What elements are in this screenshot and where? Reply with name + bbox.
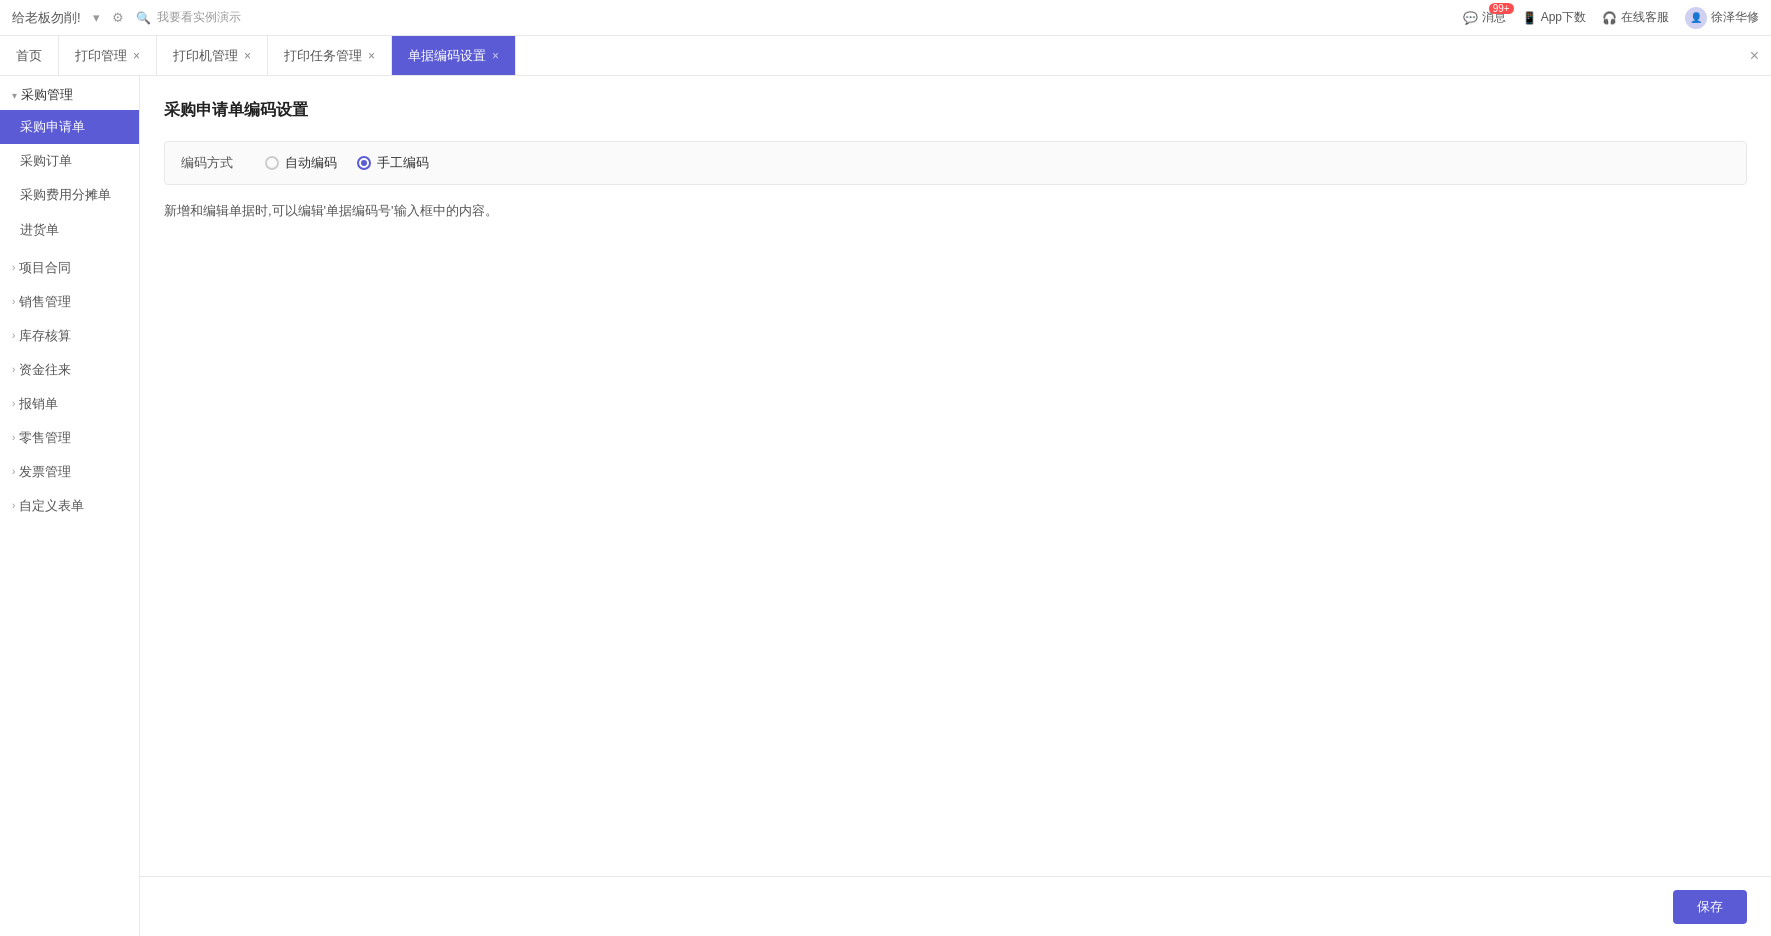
- sidebar-item-stock-in-label: 进货单: [20, 222, 59, 237]
- online-service-button[interactable]: 🎧 在线客服: [1602, 9, 1669, 26]
- tab-single-barcode-close[interactable]: ×: [492, 49, 499, 63]
- tab-home-label: 首页: [16, 47, 42, 65]
- main-layout: ▾ 采购管理 采购申请单 采购订单 采购费用分摊单 进货单 › 项目合同 › 销…: [0, 76, 1771, 936]
- auto-code-radio[interactable]: 自动编码: [265, 154, 337, 172]
- tab-print-task-label: 打印任务管理: [284, 47, 362, 65]
- sidebar-item-capital[interactable]: › 资金往来: [0, 353, 139, 387]
- sidebar-item-retail[interactable]: › 零售管理: [0, 421, 139, 455]
- headset-icon: 🎧: [1602, 11, 1617, 25]
- app-logo: 给老板勿削!: [12, 9, 81, 27]
- gear-icon[interactable]: ⚙: [112, 10, 124, 25]
- search-icon: 🔍: [136, 11, 151, 25]
- top-bar-left: 给老板勿削! ▾ ⚙ 🔍 我要看实例演示: [12, 9, 241, 27]
- page-title: 采购申请单编码设置: [164, 100, 1747, 121]
- search-placeholder-text: 我要看实例演示: [157, 9, 241, 26]
- sidebar-item-purchase-request-label: 采购申请单: [20, 119, 85, 134]
- app-icon: 📱: [1522, 11, 1537, 25]
- tab-home[interactable]: 首页: [0, 36, 59, 75]
- hint-text: 新增和编辑单据时,可以编辑'单据编码号'输入框中的内容。: [164, 201, 1747, 222]
- sidebar-item-returns[interactable]: › 报销单: [0, 387, 139, 421]
- user-menu[interactable]: 👤 徐泽华修: [1685, 7, 1759, 29]
- tab-single-barcode-label: 单据编码设置: [408, 47, 486, 65]
- chevron-right-icon: ›: [12, 432, 15, 443]
- sidebar-item-invoice-label: 发票管理: [19, 463, 71, 481]
- content-footer: 保存: [140, 876, 1771, 936]
- top-bar: 给老板勿削! ▾ ⚙ 🔍 我要看实例演示 💬 消息 99+ 📱 App下数 🎧 …: [0, 0, 1771, 36]
- encoding-label: 编码方式: [181, 154, 241, 172]
- chevron-right-icon: ›: [12, 466, 15, 477]
- encoding-section: 编码方式 自动编码 手工编码: [164, 141, 1747, 185]
- chevron-right-icon: ›: [12, 500, 15, 511]
- tab-bar-close-button[interactable]: ×: [1738, 47, 1771, 65]
- tab-printer-manage[interactable]: 打印机管理 ×: [157, 36, 268, 75]
- chevron-right-icon: ›: [12, 398, 15, 409]
- sidebar-item-inventory[interactable]: › 库存核算: [0, 319, 139, 353]
- tab-bar: 首页 打印管理 × 打印机管理 × 打印任务管理 × 单据编码设置 × ×: [0, 36, 1771, 76]
- chevron-right-icon: ›: [12, 296, 15, 307]
- sidebar: ▾ 采购管理 采购申请单 采购订单 采购费用分摊单 进货单 › 项目合同 › 销…: [0, 76, 140, 936]
- online-service-label: 在线客服: [1621, 9, 1669, 26]
- sidebar-item-capital-label: 资金往来: [19, 361, 71, 379]
- sidebar-item-custom-form[interactable]: › 自定义表单: [0, 489, 139, 523]
- app-download-button[interactable]: 📱 App下数: [1522, 9, 1586, 26]
- content-area: 采购申请单编码设置 编码方式 自动编码 手工编码 新增和编辑单据时,可以编辑'单…: [140, 76, 1771, 876]
- encoding-radio-group: 自动编码 手工编码: [265, 154, 429, 172]
- sidebar-item-custom-form-label: 自定义表单: [19, 497, 84, 515]
- sidebar-group-purchase-title[interactable]: ▾ 采购管理: [0, 76, 139, 110]
- sidebar-item-sales-manage[interactable]: › 销售管理: [0, 285, 139, 319]
- sidebar-item-purchase-expense-label: 采购费用分摊单: [20, 187, 111, 202]
- sidebar-item-project-contract[interactable]: › 项目合同: [0, 251, 139, 285]
- manual-code-radio-circle: [357, 156, 371, 170]
- top-bar-right: 💬 消息 99+ 📱 App下数 🎧 在线客服 👤 徐泽华修: [1463, 7, 1759, 29]
- tab-single-barcode[interactable]: 单据编码设置 ×: [392, 36, 516, 75]
- user-name: 徐泽华修: [1711, 9, 1759, 26]
- sidebar-item-purchase-request[interactable]: 采购申请单: [0, 110, 139, 144]
- sidebar-item-inventory-label: 库存核算: [19, 327, 71, 345]
- sidebar-item-project-contract-label: 项目合同: [19, 259, 71, 277]
- chevron-right-icon: ›: [12, 364, 15, 375]
- sidebar-item-returns-label: 报销单: [19, 395, 58, 413]
- manual-code-radio[interactable]: 手工编码: [357, 154, 429, 172]
- search-bar[interactable]: 🔍 我要看实例演示: [136, 9, 241, 26]
- auto-code-radio-circle: [265, 156, 279, 170]
- sidebar-item-sales-manage-label: 销售管理: [19, 293, 71, 311]
- auto-code-label: 自动编码: [285, 154, 337, 172]
- sidebar-item-purchase-order-label: 采购订单: [20, 153, 72, 168]
- sidebar-item-purchase-order[interactable]: 采购订单: [0, 144, 139, 178]
- message-button[interactable]: 💬 消息 99+: [1463, 9, 1506, 26]
- chevron-down-icon[interactable]: ▾: [93, 10, 100, 25]
- message-badge: 99+: [1489, 3, 1514, 14]
- tab-printer-manage-label: 打印机管理: [173, 47, 238, 65]
- sidebar-group-purchase-label: 采购管理: [21, 86, 73, 104]
- tab-print-manage-label: 打印管理: [75, 47, 127, 65]
- chevron-down-icon: ▾: [12, 90, 17, 101]
- sidebar-item-stock-in[interactable]: 进货单: [0, 213, 139, 247]
- tab-print-task-close[interactable]: ×: [368, 49, 375, 63]
- sidebar-item-retail-label: 零售管理: [19, 429, 71, 447]
- message-icon: 💬: [1463, 11, 1478, 25]
- save-button[interactable]: 保存: [1673, 890, 1747, 924]
- chevron-right-icon: ›: [12, 262, 15, 273]
- main-content: 采购申请单编码设置 编码方式 自动编码 手工编码 新增和编辑单据时,可以编辑'单…: [140, 76, 1771, 936]
- tab-print-task[interactable]: 打印任务管理 ×: [268, 36, 392, 75]
- tab-printer-manage-close[interactable]: ×: [244, 49, 251, 63]
- sidebar-item-purchase-expense[interactable]: 采购费用分摊单: [0, 178, 139, 212]
- sidebar-group-purchase: ▾ 采购管理 采购申请单 采购订单 采购费用分摊单 进货单: [0, 76, 139, 247]
- chevron-right-icon: ›: [12, 330, 15, 341]
- sidebar-item-invoice[interactable]: › 发票管理: [0, 455, 139, 489]
- avatar: 👤: [1685, 7, 1707, 29]
- manual-code-label: 手工编码: [377, 154, 429, 172]
- tab-print-manage[interactable]: 打印管理 ×: [59, 36, 157, 75]
- tab-print-manage-close[interactable]: ×: [133, 49, 140, 63]
- app-download-label: App下数: [1541, 9, 1586, 26]
